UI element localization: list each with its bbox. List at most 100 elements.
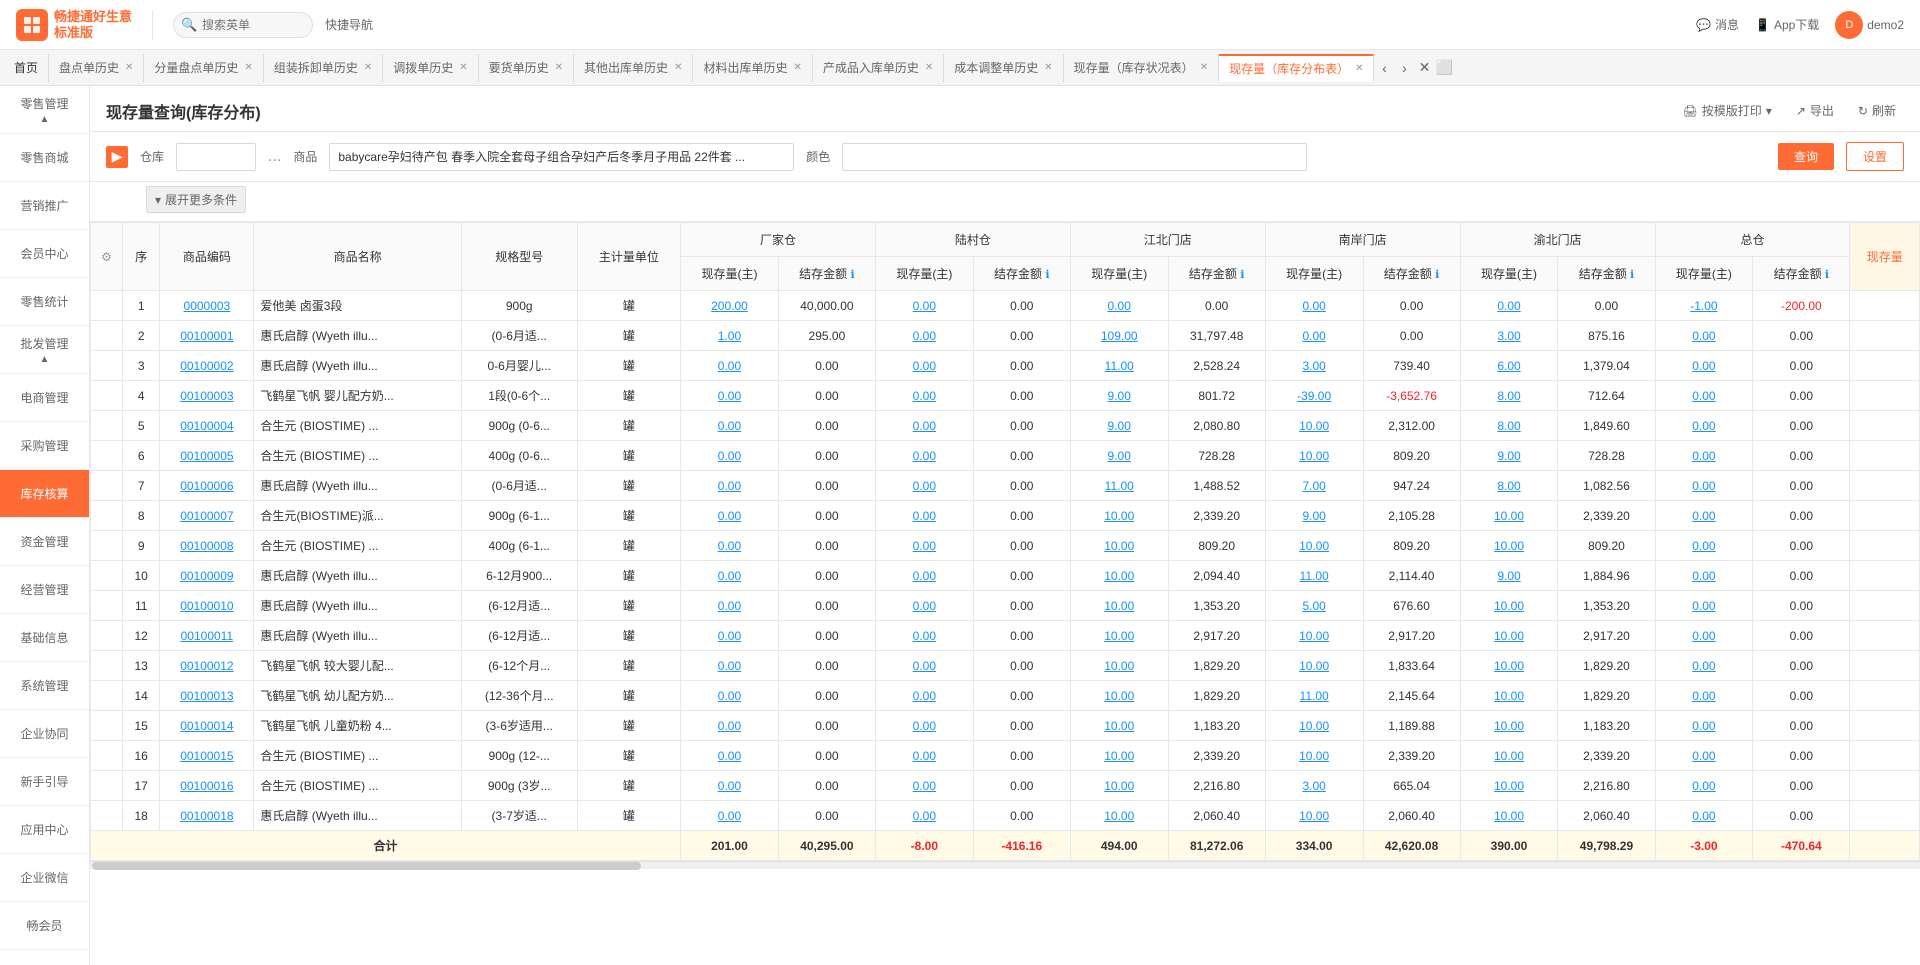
table-cell[interactable]: 10.00	[1265, 621, 1363, 651]
table-cell[interactable]: 00100001	[160, 321, 254, 351]
table-cell[interactable]: 10.00	[1265, 711, 1363, 741]
close-icon[interactable]: ✕	[555, 62, 563, 73]
expand-more-btn[interactable]: ▾ 展开更多条件	[146, 186, 246, 213]
table-cell[interactable]: 11.00	[1265, 561, 1363, 591]
table-cell[interactable]: 0.00	[1655, 741, 1753, 771]
table-cell[interactable]: 3.00	[1265, 771, 1363, 801]
table-cell[interactable]: 0.00	[681, 381, 779, 411]
close-icon[interactable]: ✕	[674, 62, 682, 73]
table-cell[interactable]: 00100003	[160, 381, 254, 411]
table-cell[interactable]: 9.00	[1070, 441, 1168, 471]
user-menu[interactable]: D demo2	[1835, 11, 1904, 39]
table-cell[interactable]: 0.00	[1655, 771, 1753, 801]
table-cell[interactable]: 00100011	[160, 621, 254, 651]
table-cell[interactable]: 00100013	[160, 681, 254, 711]
sidebar-item-enterprise[interactable]: 企业协同	[0, 710, 89, 758]
table-cell[interactable]: 200.00	[681, 291, 779, 321]
table-cell[interactable]: 0.00	[681, 411, 779, 441]
table-cell[interactable]: 10.00	[1070, 501, 1168, 531]
table-cell[interactable]: 10.00	[1070, 591, 1168, 621]
table-cell[interactable]: 5.00	[1265, 591, 1363, 621]
table-cell[interactable]: -1.00	[1655, 291, 1753, 321]
table-cell[interactable]: 10.00	[1460, 741, 1558, 771]
info-icon[interactable]: ℹ	[1435, 269, 1439, 281]
table-cell[interactable]: 0.00	[1655, 561, 1753, 591]
table-cell[interactable]: 10.00	[1070, 771, 1168, 801]
tab-expand-btn[interactable]: ⬜	[1434, 54, 1454, 82]
table-cell[interactable]: 00100012	[160, 651, 254, 681]
table-cell[interactable]: 9.00	[1460, 441, 1558, 471]
table-cell[interactable]: 0.00	[1655, 681, 1753, 711]
table-cell[interactable]: 0.00	[681, 621, 779, 651]
tab-inventory-check[interactable]: 盘点单历史 ✕	[49, 54, 144, 82]
table-cell[interactable]: 00100010	[160, 591, 254, 621]
table-cell[interactable]: 10.00	[1460, 771, 1558, 801]
table-cell[interactable]: 6.00	[1460, 351, 1558, 381]
table-cell[interactable]: 0.00	[875, 771, 973, 801]
table-cell[interactable]: 0.00	[875, 681, 973, 711]
color-input[interactable]	[842, 143, 1307, 171]
table-cell[interactable]: 0.00	[681, 501, 779, 531]
table-cell[interactable]: 10.00	[1460, 591, 1558, 621]
table-cell[interactable]: 0.00	[875, 501, 973, 531]
table-cell[interactable]: 0.00	[681, 741, 779, 771]
table-cell[interactable]: 7.00	[1265, 471, 1363, 501]
table-cell[interactable]: 9.00	[1460, 561, 1558, 591]
tab-home[interactable]: 首页	[4, 54, 49, 82]
table-cell[interactable]: 10.00	[1070, 561, 1168, 591]
tab-close-all-btn[interactable]: ✕	[1414, 54, 1434, 82]
sidebar-item-inventory[interactable]: 库存核算	[0, 470, 89, 518]
table-cell[interactable]: 10.00	[1070, 711, 1168, 741]
close-icon[interactable]: ✕	[925, 62, 933, 73]
sidebar-item-member[interactable]: 会员中心	[0, 230, 89, 278]
close-icon[interactable]: ✕	[244, 62, 252, 73]
query-btn[interactable]: 查询	[1778, 143, 1834, 170]
table-cell[interactable]: 0000003	[160, 291, 254, 321]
table-cell[interactable]: 9.00	[1265, 501, 1363, 531]
table-cell[interactable]: 8.00	[1460, 471, 1558, 501]
table-cell[interactable]: 8.00	[1460, 411, 1558, 441]
product-input[interactable]	[329, 143, 794, 171]
table-cell[interactable]: 00100015	[160, 741, 254, 771]
table-cell[interactable]: 00100002	[160, 351, 254, 381]
table-cell[interactable]: 1.00	[681, 321, 779, 351]
table-cell[interactable]: 0.00	[681, 471, 779, 501]
close-icon[interactable]: ✕	[459, 62, 467, 73]
table-cell[interactable]: -39.00	[1265, 381, 1363, 411]
table-cell[interactable]: 0.00	[875, 711, 973, 741]
table-cell[interactable]: 109.00	[1070, 321, 1168, 351]
info-icon[interactable]: ℹ	[1825, 269, 1829, 281]
close-icon[interactable]: ✕	[1355, 63, 1363, 74]
table-cell[interactable]: 10.00	[1265, 741, 1363, 771]
nav-shortcut[interactable]: 快捷导航	[325, 16, 373, 33]
close-icon[interactable]: ✕	[364, 62, 372, 73]
table-cell[interactable]: 10.00	[1460, 681, 1558, 711]
tab-next-btn[interactable]: ›	[1394, 54, 1414, 82]
table-cell[interactable]: 00100016	[160, 771, 254, 801]
table-cell[interactable]: 0.00	[681, 711, 779, 741]
info-icon[interactable]: ℹ	[1240, 269, 1244, 281]
table-cell[interactable]: 10.00	[1460, 651, 1558, 681]
tab-other-out[interactable]: 其他出库单历史 ✕	[574, 54, 693, 82]
table-cell[interactable]: 0.00	[1655, 591, 1753, 621]
table-cell[interactable]: 00100009	[160, 561, 254, 591]
tab-material-out[interactable]: 材料出库单历史 ✕	[693, 54, 812, 82]
table-cell[interactable]: 9.00	[1070, 381, 1168, 411]
table-cell[interactable]: 9.00	[1070, 411, 1168, 441]
tab-order[interactable]: 要货单历史 ✕	[479, 54, 574, 82]
info-icon[interactable]: ℹ	[1045, 269, 1049, 281]
table-cell[interactable]: 00100006	[160, 471, 254, 501]
table-cell[interactable]: 0.00	[1655, 381, 1753, 411]
table-cell[interactable]: 0.00	[1655, 651, 1753, 681]
sidebar-item-member2[interactable]: 畅会员	[0, 902, 89, 950]
table-cell[interactable]: 00100014	[160, 711, 254, 741]
setting-btn[interactable]: 设置	[1846, 142, 1904, 171]
horizontal-scrollbar[interactable]	[90, 861, 1920, 869]
sidebar-item-purchase[interactable]: 采购管理	[0, 422, 89, 470]
table-cell[interactable]: 0.00	[1655, 321, 1753, 351]
table-cell[interactable]: 0.00	[681, 801, 779, 831]
filter-expand-btn[interactable]: ▶	[106, 146, 128, 168]
table-cell[interactable]: 10.00	[1070, 741, 1168, 771]
tab-transfer[interactable]: 调拨单历史 ✕	[383, 54, 478, 82]
sidebar-item-marketing[interactable]: 营销推广	[0, 182, 89, 230]
